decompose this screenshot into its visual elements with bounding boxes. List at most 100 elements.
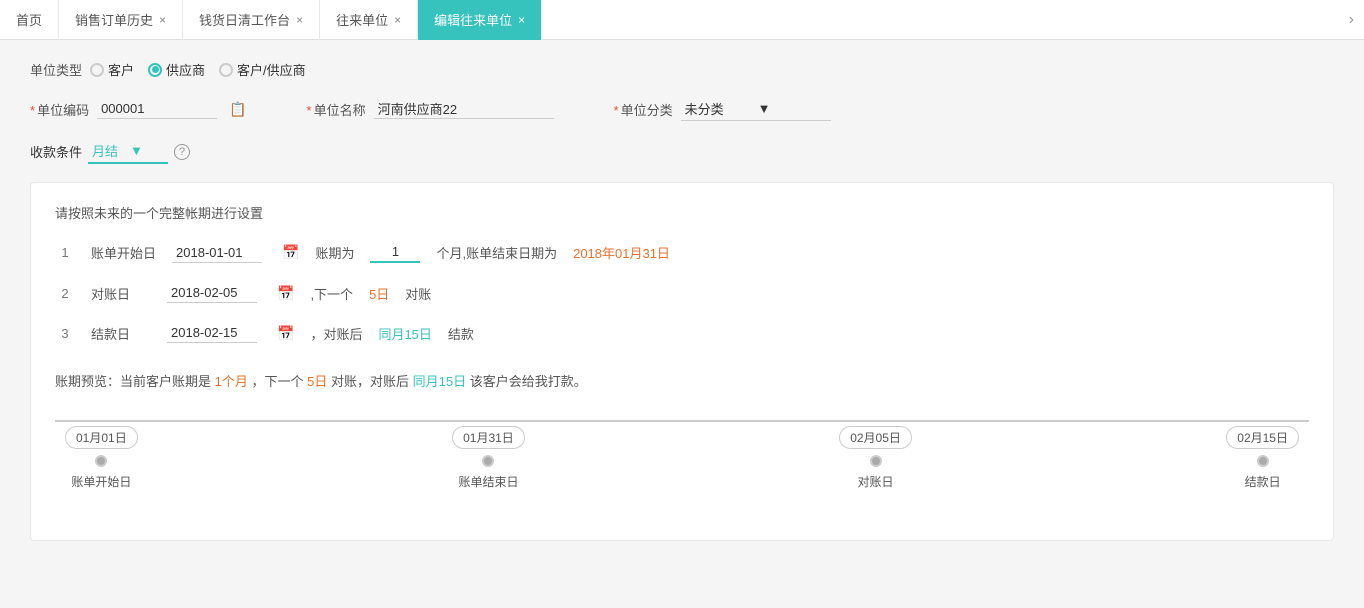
tab-edit-counterparty-label: 编辑往来单位	[434, 10, 512, 29]
preview-prefix: 账期预览：当前客户账期是	[55, 374, 211, 389]
reconcile-desc-highlight: 5日	[369, 284, 389, 303]
timeline-label-1: 账单结束日	[458, 473, 518, 490]
payment-cond-value: 月结	[92, 141, 126, 160]
payment-cond-dropdown-icon: ▼	[130, 143, 164, 158]
settings-section: 请按照未来的一个完整帐期进行设置 1 账单开始日 📅 账期为 个月,账单结束日期…	[30, 182, 1334, 541]
preview-text: 账期预览：当前客户账期是 1个月 ，下一个 5日 对账，对账后 同月15日 该客…	[55, 363, 1309, 390]
radio-supplier[interactable]: 供应商	[148, 60, 205, 79]
row-num-2: 2	[55, 286, 75, 301]
preview-suffix: 该客户会给我打款。	[470, 374, 587, 389]
unit-type-field: 单位类型 客户 供应商 客户/供应商	[30, 60, 306, 79]
unit-name-field: *单位名称	[307, 99, 554, 119]
tabs-bar: 首页 销售订单历史 × 钱货日清工作台 × 往来单位 × 编辑往来单位 × ›	[0, 0, 1364, 40]
timeline-dot-1	[482, 455, 494, 467]
close-tab-counterparty[interactable]: ×	[394, 13, 401, 27]
row-num-1: 1	[55, 245, 75, 260]
timeline-node-2: 02月05日 对账日	[839, 426, 912, 490]
period-value-input[interactable]	[370, 242, 420, 263]
bill-start-cal-icon[interactable]: 📅	[282, 244, 299, 261]
main-content: 单位类型 客户 供应商 客户/供应商 *单位编码 📋	[0, 40, 1364, 600]
preview-comma: ，下一个	[252, 374, 304, 389]
reconcile-cal-icon[interactable]: 📅	[277, 285, 294, 302]
timeline-date-3: 02月15日	[1226, 426, 1299, 449]
reconcile-row: 2 对账日 📅 ,下一个 5日 对账	[55, 283, 1309, 303]
help-icon[interactable]: ?	[174, 144, 190, 160]
unit-code-action-icon[interactable]: 📋	[229, 101, 246, 118]
preview-mid: 对账，对账后	[331, 374, 409, 389]
radio-supplier-label: 供应商	[166, 60, 205, 79]
close-tab-cash-workbench[interactable]: ×	[296, 13, 303, 27]
payment-cond-field: 收款条件 月结 ▼ ?	[30, 139, 190, 164]
unit-type-row: 单位类型 客户 供应商 客户/供应商	[30, 60, 1334, 79]
tab-edit-counterparty[interactable]: 编辑往来单位 ×	[418, 0, 542, 40]
reconcile-date-input[interactable]	[167, 283, 257, 303]
timeline-date-1: 01月31日	[452, 426, 525, 449]
unit-info-row: *单位编码 📋 *单位名称 *单位分类 未分类 ▼	[30, 97, 1334, 121]
unit-code-label: *单位编码	[30, 100, 89, 119]
tabs-expand-button[interactable]: ›	[1339, 11, 1364, 29]
tab-home[interactable]: 首页	[0, 0, 59, 40]
radio-customer[interactable]: 客户	[90, 60, 134, 79]
preview-part1: 1个月	[215, 374, 248, 389]
radio-both[interactable]: 客户/供应商	[219, 60, 306, 79]
close-tab-edit-counterparty[interactable]: ×	[518, 13, 525, 27]
timeline-label-2: 对账日	[858, 473, 894, 490]
payment-desc-prefix: ，对账后	[310, 324, 362, 343]
unit-name-input[interactable]	[374, 99, 554, 119]
tab-sales-history-label: 销售订单历史	[75, 10, 153, 29]
preview-part2: 5日	[307, 374, 327, 389]
payment-desc-highlight: 同月15日	[378, 324, 431, 343]
unit-code-input[interactable]	[97, 99, 217, 119]
row-num-3: 3	[55, 326, 75, 341]
unit-name-label: *单位名称	[307, 100, 366, 119]
timeline-dot-3	[1257, 455, 1269, 467]
timeline-date-0: 01月01日	[65, 426, 138, 449]
unit-category-select[interactable]: 未分类 ▼	[681, 97, 831, 121]
timeline-container: 01月01日 账单开始日 01月31日 账单结束日 02月05日 对账日 02月…	[55, 406, 1309, 520]
unit-category-field: *单位分类 未分类 ▼	[614, 97, 831, 121]
payment-cond-label: 收款条件	[30, 142, 82, 161]
unit-code-field: *单位编码 📋	[30, 99, 247, 119]
bill-start-label: 账单开始日	[91, 243, 156, 262]
unit-category-dropdown-icon: ▼	[758, 101, 827, 116]
unit-type-label: 单位类型	[30, 60, 82, 79]
preview-part3: 同月15日	[413, 374, 466, 389]
tab-cash-workbench[interactable]: 钱货日清工作台 ×	[183, 0, 320, 40]
radio-both-circle	[219, 63, 233, 77]
timeline-node-1: 01月31日 账单结束日	[452, 426, 525, 490]
radio-both-label: 客户/供应商	[237, 60, 306, 79]
tab-counterparty-label: 往来单位	[336, 10, 388, 29]
close-tab-sales-history[interactable]: ×	[159, 13, 166, 27]
payment-desc-suffix: 结款	[448, 324, 474, 343]
radio-customer-circle	[90, 63, 104, 77]
unit-type-radio-group: 客户 供应商 客户/供应商	[90, 60, 306, 79]
radio-customer-label: 客户	[108, 60, 134, 79]
payment-cond-select[interactable]: 月结 ▼	[88, 139, 168, 164]
timeline-label-3: 结款日	[1245, 473, 1281, 490]
period-end-date: 2018年01月31日	[573, 243, 670, 262]
timeline-node-0: 01月01日 账单开始日	[65, 426, 138, 490]
tab-cash-workbench-label: 钱货日清工作台	[199, 10, 290, 29]
tab-home-label: 首页	[16, 10, 42, 29]
payment-date-input[interactable]	[167, 323, 257, 343]
payment-cond-row: 收款条件 月结 ▼ ?	[30, 139, 1334, 164]
bill-start-row: 1 账单开始日 📅 账期为 个月,账单结束日期为 2018年01月31日	[55, 242, 1309, 263]
bill-start-date-input[interactable]	[172, 243, 262, 263]
tab-sales-history[interactable]: 销售订单历史 ×	[59, 0, 183, 40]
section-title: 请按照未来的一个完整帐期进行设置	[55, 203, 1309, 222]
unit-category-label: *单位分类	[614, 100, 673, 119]
period-label: 账期为	[315, 243, 354, 262]
timeline-node-3: 02月15日 结款日	[1226, 426, 1299, 490]
period-unit-text: 个月,账单结束日期为	[436, 243, 557, 262]
timeline-date-2: 02月05日	[839, 426, 912, 449]
timeline-dot-0	[95, 455, 107, 467]
tab-counterparty[interactable]: 往来单位 ×	[320, 0, 418, 40]
radio-supplier-circle	[148, 63, 162, 77]
reconcile-desc-suffix: 对账	[405, 284, 431, 303]
payment-cal-icon[interactable]: 📅	[277, 325, 294, 342]
unit-category-value: 未分类	[685, 99, 754, 118]
payment-label: 结款日	[91, 324, 151, 343]
timeline-line	[55, 420, 1309, 422]
timeline-nodes: 01月01日 账单开始日 01月31日 账单结束日 02月05日 对账日 02月…	[65, 426, 1299, 490]
timeline-dot-2	[870, 455, 882, 467]
